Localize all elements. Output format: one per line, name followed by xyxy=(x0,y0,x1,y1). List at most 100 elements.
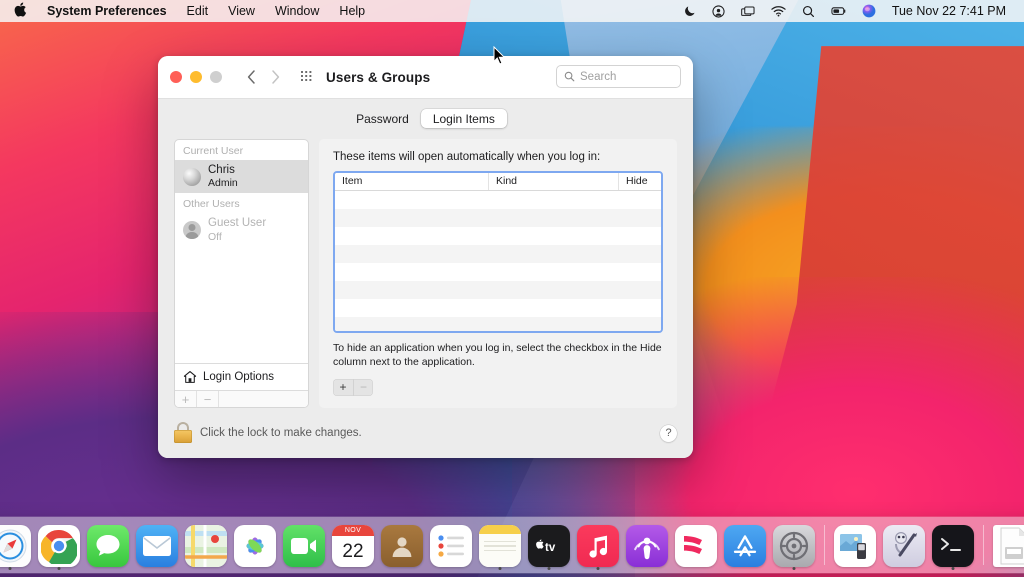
battery-icon[interactable] xyxy=(823,0,854,22)
table-row[interactable] xyxy=(335,209,661,227)
add-user-button[interactable]: + xyxy=(175,391,197,407)
menu-system-preferences[interactable]: System Preferences xyxy=(37,0,177,22)
users-sidebar: Current User Chris Admin Other Users xyxy=(174,139,309,408)
dock-item-appletv[interactable]: tv xyxy=(527,523,571,567)
minimize-button[interactable] xyxy=(190,71,202,83)
search-placeholder: Search xyxy=(580,71,616,83)
dock: NOV22 tv xyxy=(0,517,1024,573)
zoom-button[interactable] xyxy=(210,71,222,83)
dock-item-news[interactable] xyxy=(674,523,718,567)
dock-item-music[interactable] xyxy=(576,523,620,567)
close-button[interactable] xyxy=(170,71,182,83)
tab-password[interactable]: Password xyxy=(344,109,421,128)
dock-item-notes[interactable] xyxy=(478,523,522,567)
sphere-avatar-icon xyxy=(183,168,201,186)
dock-item-terminal[interactable] xyxy=(931,523,975,567)
login-options-label: Login Options xyxy=(203,371,274,383)
svg-text:tv: tv xyxy=(545,542,556,553)
search-field[interactable]: Search xyxy=(556,65,681,88)
house-icon xyxy=(183,370,197,384)
users-list: Current User Chris Admin Other Users xyxy=(175,140,308,363)
dock-item-safari[interactable] xyxy=(0,523,32,567)
dock-item-podcasts[interactable] xyxy=(625,523,669,567)
siri-icon[interactable] xyxy=(854,0,884,22)
table-row[interactable] xyxy=(335,245,661,263)
help-button[interactable]: ? xyxy=(660,425,677,442)
table-row[interactable] xyxy=(335,281,661,299)
login-items-controls: + − xyxy=(333,378,663,396)
spotlight-search-icon[interactable] xyxy=(794,0,823,22)
screen: System Preferences Edit View Window Help xyxy=(0,0,1024,577)
table-row[interactable] xyxy=(335,227,661,245)
content-columns: Current User Chris Admin Other Users xyxy=(174,139,677,408)
column-header-item[interactable]: Item xyxy=(335,173,489,190)
user-name-guest: Guest User xyxy=(208,217,266,230)
wifi-icon[interactable] xyxy=(763,0,794,22)
dock-item-facetime[interactable] xyxy=(282,523,326,567)
closed-lock-icon[interactable] xyxy=(174,422,192,444)
apple-menu-icon[interactable] xyxy=(8,2,37,21)
dock-item-contacts[interactable] xyxy=(380,523,424,567)
login-items-table[interactable]: Item Kind Hide xyxy=(333,171,663,333)
dock-item-reminders[interactable] xyxy=(429,523,473,567)
table-row[interactable] xyxy=(335,317,661,334)
menu-view[interactable]: View xyxy=(218,0,265,22)
menu-bar-left: System Preferences Edit View Window Help xyxy=(8,0,375,22)
dock-item-mail[interactable] xyxy=(135,523,179,567)
table-header-row: Item Kind Hide xyxy=(335,173,661,191)
dock-item-documents-stack[interactable] xyxy=(992,523,1024,567)
sidebar-item-guest-user[interactable]: Guest User Off xyxy=(175,213,308,246)
tab-login-items[interactable]: Login Items xyxy=(421,109,507,128)
do-not-disturb-moon-icon[interactable] xyxy=(676,0,704,22)
table-row[interactable] xyxy=(335,263,661,281)
window-footer: Click the lock to make changes. ? xyxy=(158,408,693,458)
menu-bar-clock[interactable]: Tue Nov 22 7:41 PM xyxy=(884,0,1012,22)
remove-login-item-button[interactable]: − xyxy=(353,379,373,396)
running-indicator xyxy=(9,567,12,570)
dock-item-appstore[interactable] xyxy=(723,523,767,567)
window-body: Password Login Items Current User Chris … xyxy=(158,99,693,458)
dock-item-calendar[interactable]: NOV22 xyxy=(331,523,375,567)
dock-separator xyxy=(983,525,984,565)
user-status-guest: Off xyxy=(208,231,266,243)
dock-item-chrome[interactable] xyxy=(37,523,81,567)
running-indicator xyxy=(597,567,600,570)
dock-item-automator[interactable] xyxy=(882,523,926,567)
tab-bar: Password Login Items xyxy=(158,99,693,128)
back-button[interactable] xyxy=(240,66,262,88)
forward-button[interactable] xyxy=(264,66,286,88)
menu-bar-status-items: Tue Nov 22 7:41 PM xyxy=(676,0,1016,22)
pane-help-note: To hide an application when you log in, … xyxy=(333,341,663,369)
add-login-item-button[interactable]: + xyxy=(333,379,353,396)
dock-item-maps[interactable] xyxy=(184,523,228,567)
users-and-groups-window: Users & Groups Search Password Login Ite… xyxy=(158,56,693,458)
remove-user-button[interactable]: − xyxy=(197,391,219,407)
table-body xyxy=(335,191,661,334)
sidebar-group-header-current-user: Current User xyxy=(175,140,308,160)
sidebar-footer-buttons: + − xyxy=(175,390,308,407)
running-indicator xyxy=(548,567,551,570)
menu-edit[interactable]: Edit xyxy=(177,0,219,22)
displays-icon[interactable] xyxy=(733,0,763,22)
sidebar-item-chris[interactable]: Chris Admin xyxy=(175,160,308,193)
all-preferences-grid-icon[interactable] xyxy=(300,70,314,84)
search-icon xyxy=(564,71,575,82)
login-options-button[interactable]: Login Options xyxy=(175,363,308,390)
dock-item-messages[interactable] xyxy=(86,523,130,567)
column-header-kind[interactable]: Kind xyxy=(489,173,619,190)
screen-sharing-icon[interactable] xyxy=(704,0,733,22)
login-items-pane: These items will open automatically when… xyxy=(319,139,677,408)
mouse-cursor xyxy=(493,46,506,70)
table-row[interactable] xyxy=(335,299,661,317)
window-title: Users & Groups xyxy=(326,70,430,85)
menu-bar: System Preferences Edit View Window Help xyxy=(0,0,1024,22)
dock-item-photos[interactable] xyxy=(233,523,277,567)
dock-item-system-preferences[interactable] xyxy=(772,523,816,567)
guest-person-avatar-icon xyxy=(183,221,201,239)
menu-window[interactable]: Window xyxy=(265,0,329,22)
menu-help[interactable]: Help xyxy=(329,0,375,22)
navigation-buttons xyxy=(240,66,286,88)
dock-item-preview[interactable] xyxy=(833,523,877,567)
column-header-hide[interactable]: Hide xyxy=(619,173,661,190)
table-row[interactable] xyxy=(335,191,661,209)
